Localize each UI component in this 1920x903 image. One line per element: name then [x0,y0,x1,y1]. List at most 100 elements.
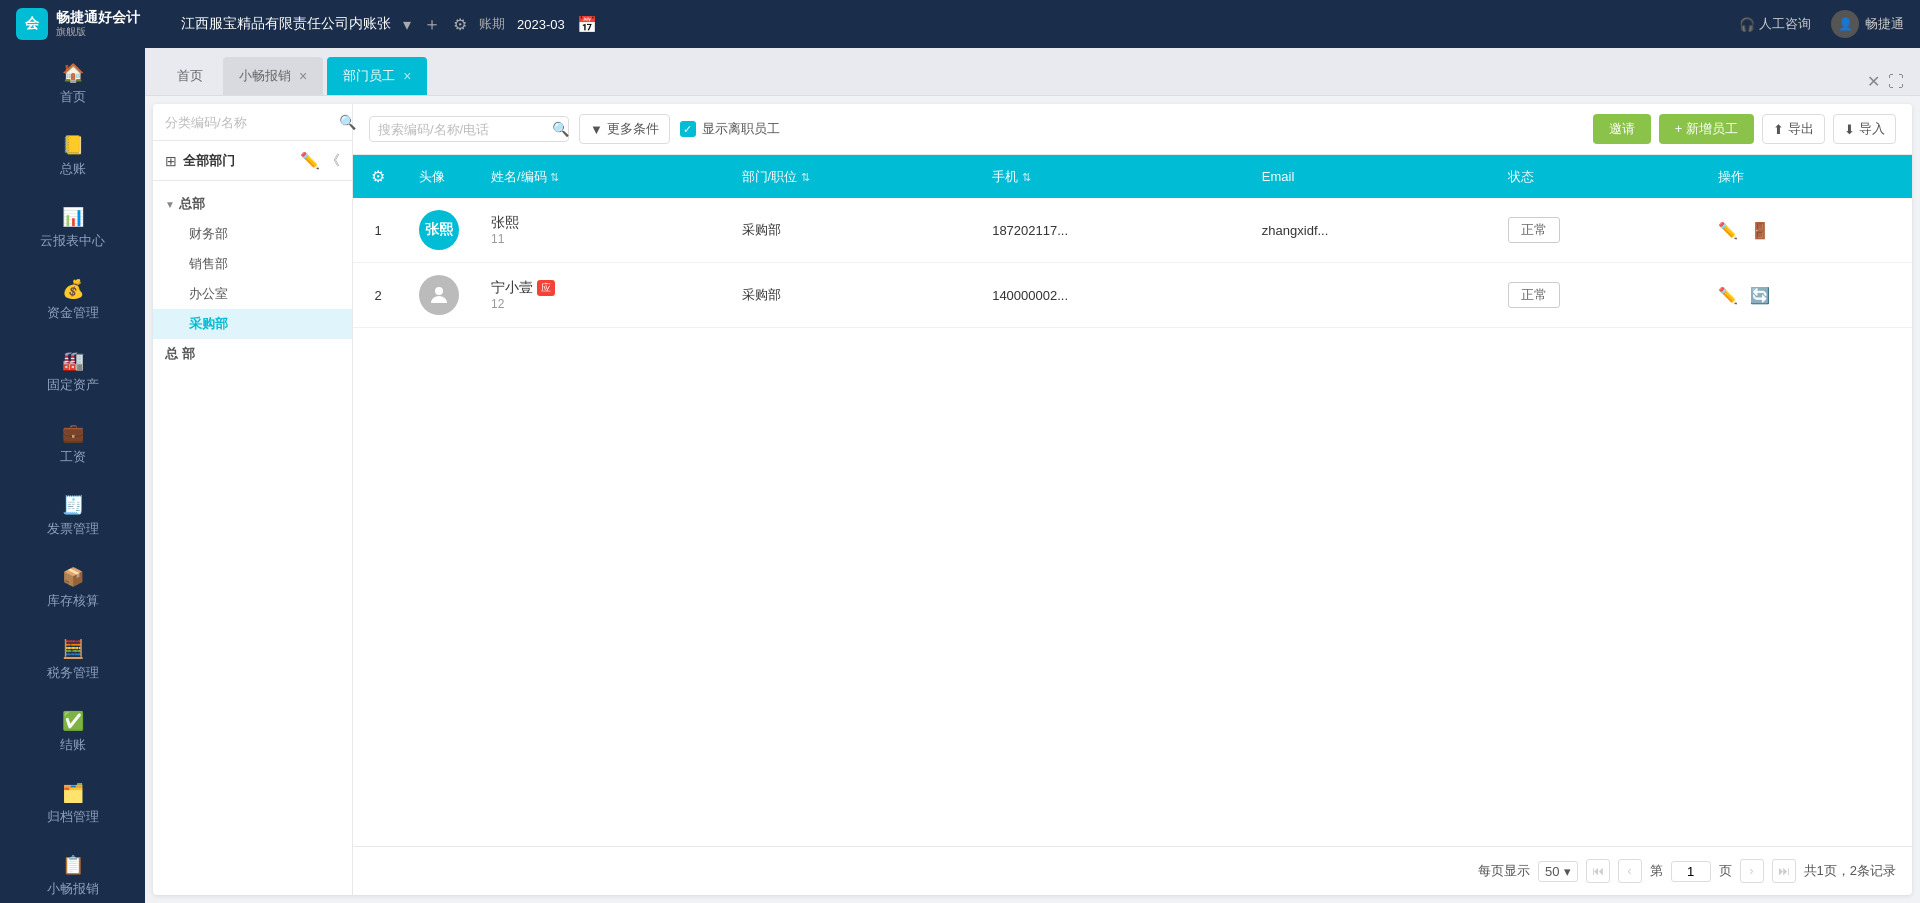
sidebar-label-home: 首页 [60,88,86,106]
add-employee-button[interactable]: + 新增员工 [1659,114,1754,144]
table-header-dept[interactable]: 部门/职位 ⇅ [726,155,977,198]
import-button[interactable]: ⬇ 导入 [1833,114,1896,144]
add-company-button[interactable]: ＋ [423,12,441,36]
row1-logout-icon[interactable]: 🚪 [1750,221,1770,240]
row1-name-cell: 张熙 11 [475,198,726,263]
row1-email: zhangxidf... [1262,223,1329,238]
table-header-actions: 操作 [1702,155,1912,198]
show-resigned-label: 显示离职员工 [702,120,780,138]
user-area[interactable]: 👤 畅捷通 [1831,10,1904,38]
dept-search-area: 🔍 [153,104,352,141]
per-page-label: 每页显示 [1478,862,1530,880]
row2-edit-icon[interactable]: ✏️ [1718,286,1738,305]
dept-node-caiwu[interactable]: 财务部 [153,219,352,249]
table-settings-icon[interactable]: ⚙ [371,168,385,185]
per-page-select[interactable]: 50 ▾ [1538,861,1577,882]
employee-search-input[interactable] [378,122,546,137]
app-subtitle: 旗舰版 [56,25,140,39]
row2-avatar-cell [403,263,475,328]
phone-sort-icon: ⇅ [1022,171,1031,183]
row1-email-cell: zhangxidf... [1246,198,1492,263]
dept-all-label[interactable]: 全部部门 [183,152,235,170]
service-label: 人工咨询 [1759,15,1811,33]
company-dropdown-icon[interactable]: ▾ [403,15,411,34]
table-header-settings[interactable]: ⚙ [353,155,403,198]
invite-button[interactable]: 邀请 [1593,114,1651,144]
dept-node-bangong[interactable]: 办公室 [153,279,352,309]
dept-node-xiaoshou[interactable]: 销售部 [153,249,352,279]
row2-action-icons: ✏️ 🔄 [1718,286,1896,305]
export-button[interactable]: ⬆ 导出 [1762,114,1825,144]
row2-name: 宁小壹 [491,279,533,297]
employee-search-box: 🔍 [369,116,569,142]
name-sort-icon: ⇅ [550,171,559,183]
sidebar-item-inventory[interactable]: 📦 库存核算 [0,552,145,624]
maximize-window-button[interactable]: ⛶ [1888,73,1904,91]
sidebar-label-assets: 固定资产 [47,376,99,394]
tab-expense-label: 小畅报销 [239,67,291,85]
invoice-icon: 🧾 [62,494,84,516]
row1-edit-icon[interactable]: ✏️ [1718,221,1738,240]
assets-icon: 🏭 [62,350,84,372]
sidebar-item-reports[interactable]: 📊 云报表中心 [0,192,145,264]
sidebar-label-archive: 归档管理 [47,808,99,826]
service-button[interactable]: 🎧 人工咨询 [1739,15,1811,33]
per-page-dropdown-icon: ▾ [1564,864,1571,879]
table-header-name[interactable]: 姓名/编码 ⇅ [475,155,726,198]
dept-collapse-icon[interactable]: 《 [326,152,340,170]
tab-department[interactable]: 部门员工 × [327,57,427,95]
page-next-button[interactable]: › [1740,859,1764,883]
page-last-button[interactable]: ⏭ [1772,859,1796,883]
dept-sort-icon: ⇅ [801,171,810,183]
row2-phone-cell: 140000002... [976,263,1246,328]
settings-gear-icon[interactable]: ⚙ [453,15,467,34]
page-first-button[interactable]: ⏮ [1586,859,1610,883]
row1-avatar-cell: 张熙 [403,198,475,263]
row2-index: 2 [353,263,403,328]
sidebar-item-home[interactable]: 🏠 首页 [0,48,145,120]
tab-department-close[interactable]: × [403,68,411,84]
sidebar-label-inventory: 库存核算 [47,592,99,610]
row2-refresh-icon[interactable]: 🔄 [1750,286,1770,305]
dept-edit-icon[interactable]: ✏️ [300,151,320,170]
table-header-phone[interactable]: 手机 ⇅ [976,155,1246,198]
employee-toolbar: 🔍 ▼ 更多条件 ✓ 显示离职员工 邀请 [353,104,1912,155]
invite-label: 邀请 [1609,121,1635,136]
sidebar-item-checkout[interactable]: ✅ 结账 [0,696,145,768]
table-header-avatar: 头像 [403,155,475,198]
row2-name-cell: 宁小壹 应 12 [475,263,726,328]
ledger-icon: 📒 [62,134,84,156]
sidebar-item-expense[interactable]: 📋 小畅报销 [0,840,145,903]
calendar-icon[interactable]: 📅 [577,15,597,34]
row1-dept-cell: 采购部 [726,198,977,263]
page-prev-button[interactable]: ‹ [1618,859,1642,883]
employee-search-icon[interactable]: 🔍 [552,121,569,137]
row2-status-cell: 正常 [1492,263,1702,328]
close-window-button[interactable]: ✕ [1867,72,1880,91]
content-area: 首页 小畅报销 × 部门员工 × ✕ ⛶ 🔍 [145,48,1920,903]
row2-index-value: 2 [374,288,381,303]
tab-expense-close[interactable]: × [299,68,307,84]
row1-avatar: 张熙 [419,210,459,250]
tab-expense[interactable]: 小畅报销 × [223,57,323,95]
dept-search-input[interactable] [165,115,333,130]
sidebar-item-ledger[interactable]: 📒 总账 [0,120,145,192]
page-input[interactable] [1671,861,1711,882]
sidebar-item-funds[interactable]: 💰 资金管理 [0,264,145,336]
tab-home[interactable]: 首页 [161,57,219,95]
sidebar-item-invoice[interactable]: 🧾 发票管理 [0,480,145,552]
home-icon: 🏠 [62,62,84,84]
more-filter-button[interactable]: ▼ 更多条件 [579,114,670,144]
sidebar-item-archive[interactable]: 🗂️ 归档管理 [0,768,145,840]
show-resigned-checkbox[interactable]: ✓ 显示离职员工 [680,120,780,138]
sidebar-item-assets[interactable]: 🏭 固定资产 [0,336,145,408]
dept-node-zongbu2-parent[interactable]: 总 部 [153,339,352,369]
dept-node-zongbu-parent[interactable]: ▼ 总部 [153,189,352,219]
salary-icon: 💼 [62,422,84,444]
row1-actions-cell: ✏️ 🚪 [1702,198,1912,263]
dept-node-caigou[interactable]: 采购部 [153,309,352,339]
sidebar-item-salary[interactable]: 💼 工资 [0,408,145,480]
sidebar-item-tax[interactable]: 🧮 税务管理 [0,624,145,696]
row1-code: 11 [491,232,710,246]
row2-actions-cell: ✏️ 🔄 [1702,263,1912,328]
